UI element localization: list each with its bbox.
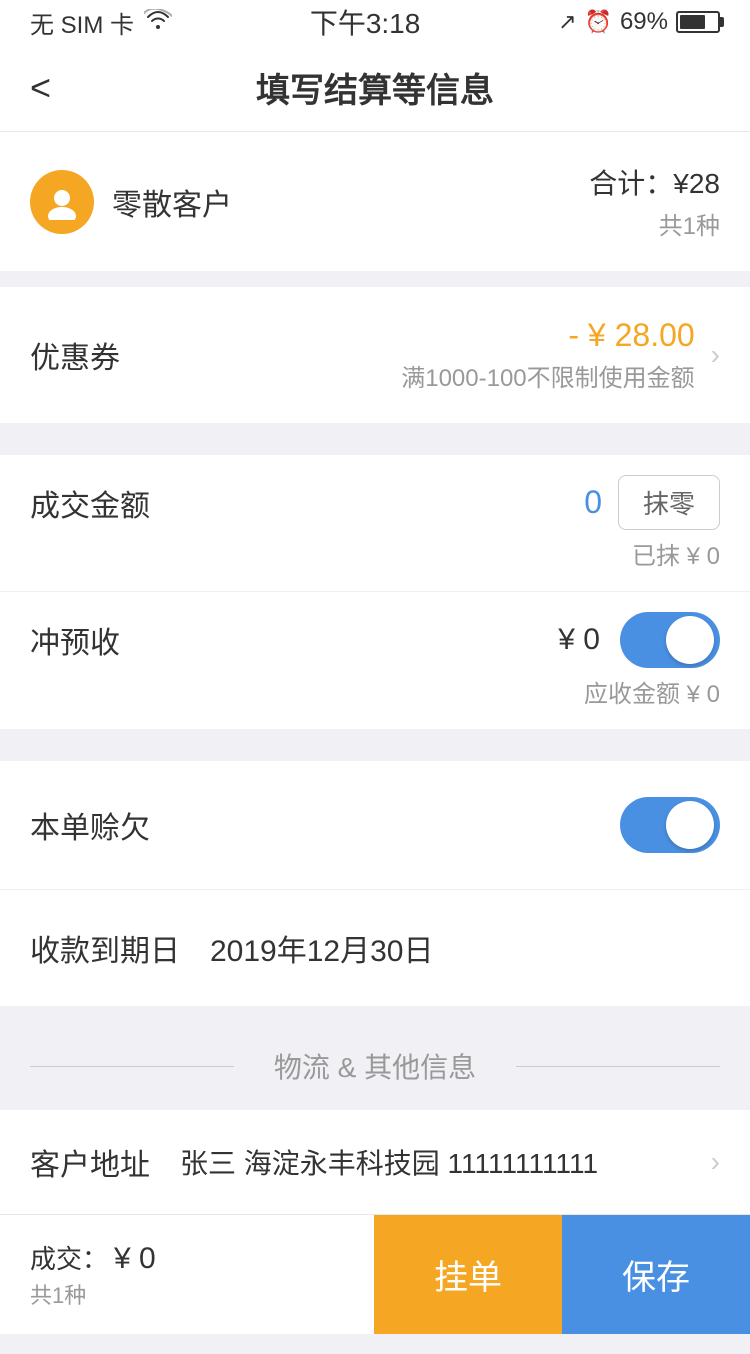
address-label: 客户地址 — [30, 1140, 150, 1184]
transaction-label: 成交金额 — [30, 481, 150, 525]
address-value: 张三 海淀永丰科技园 11111111111 — [180, 1142, 675, 1182]
prepayment-amount: ¥ 0 — [558, 623, 600, 657]
debit-row: 本单赊欠 — [0, 761, 750, 890]
prepayment-label: 冲预收 — [30, 618, 120, 662]
bottom-summary: 成交： ¥ 0 共1种 — [0, 1215, 374, 1334]
round-off-button[interactable]: 抹零 — [618, 475, 720, 530]
nav-bar: < 填写结算等信息 — [0, 44, 750, 132]
status-left: 无 SIM 卡 — [30, 5, 172, 40]
transaction-section: 成交金额 0 抹零 已抹 ¥ 0 冲预收 ¥ 0 — [0, 455, 750, 729]
divider-2 — [0, 745, 750, 761]
bottom-bar: 成交： ¥ 0 共1种 挂单 保存 — [0, 1214, 750, 1334]
customer-left: 零散客户 — [30, 170, 232, 234]
sim-status: 无 SIM 卡 — [30, 5, 134, 40]
coupon-right: - ¥ 28.00 满1000-100不限制使用金额 › — [401, 317, 720, 393]
due-date-row: 收款到期日 2019年12月30日 — [0, 890, 750, 1006]
bottom-deal-value: ¥ 0 — [114, 1242, 156, 1276]
transaction-row: 成交金额 0 抹零 已抹 ¥ 0 — [0, 455, 750, 592]
bottom-count: 共1种 — [30, 1278, 344, 1310]
location-icon: ↗ — [558, 9, 576, 35]
logistics-header: 物流 & 其他信息 — [0, 1022, 750, 1110]
address-section: 客户地址 张三 海淀永丰科技园 11111111111 › — [0, 1110, 750, 1214]
wifi-icon — [144, 8, 172, 36]
debit-toggle[interactable] — [620, 797, 720, 853]
toggle-knob — [666, 616, 714, 664]
coupon-info: - ¥ 28.00 满1000-100不限制使用金额 — [401, 317, 694, 393]
transaction-sub: 已抹 ¥ 0 — [632, 536, 720, 571]
divider-1 — [0, 439, 750, 455]
debit-label: 本单赊欠 — [30, 803, 150, 847]
save-button[interactable]: 保存 — [562, 1215, 750, 1334]
status-bar: 无 SIM 卡 下午3:18 ↗ ⏰ 69% — [0, 0, 750, 44]
coupon-section: 优惠券 - ¥ 28.00 满1000-100不限制使用金额 › — [0, 287, 750, 423]
prepayment-row: 冲预收 ¥ 0 应收金额 ¥ 0 — [0, 592, 750, 729]
status-time: 下午3:18 — [310, 2, 421, 42]
pending-button[interactable]: 挂单 — [374, 1215, 562, 1334]
customer-summary: 合计：¥28 共1种 — [589, 162, 720, 241]
debit-toggle-knob — [666, 801, 714, 849]
summary-count: 共1种 — [589, 206, 720, 241]
coupon-amount: - ¥ 28.00 — [401, 317, 694, 354]
divider-line-right — [516, 1066, 720, 1067]
coupon-label: 优惠券 — [30, 333, 120, 377]
status-right: ↗ ⏰ 69% — [558, 8, 720, 36]
divider-line-left — [30, 1066, 234, 1067]
avatar — [30, 170, 94, 234]
due-date-value[interactable]: 2019年12月30日 — [210, 926, 433, 970]
address-row[interactable]: 客户地址 张三 海淀永丰科技园 11111111111 › — [0, 1110, 750, 1214]
coupon-row[interactable]: 优惠券 - ¥ 28.00 满1000-100不限制使用金额 › — [0, 287, 750, 423]
content-area: 零散客户 合计：¥28 共1种 优惠券 - ¥ 28.00 满1000-100不… — [0, 132, 750, 1354]
due-date-label: 收款到期日 — [30, 926, 180, 970]
prepayment-toggle[interactable] — [620, 612, 720, 668]
customer-name: 零散客户 — [112, 180, 232, 224]
customer-section: 零散客户 合计：¥28 共1种 — [0, 132, 750, 271]
battery-text: 69% — [620, 8, 668, 36]
alarm-icon: ⏰ — [585, 9, 612, 35]
bottom-deal-label: 成交： — [30, 1239, 108, 1276]
page-title: 填写结算等信息 — [256, 63, 494, 112]
back-button[interactable]: < — [30, 67, 51, 109]
transaction-value[interactable]: 0 — [584, 484, 602, 521]
transaction-right: 0 抹零 — [584, 475, 720, 530]
battery-icon — [676, 11, 720, 33]
chevron-right-icon: › — [711, 339, 720, 371]
summary-total: 合计：¥28 — [589, 162, 720, 202]
prepayment-sub: 应收金额 ¥ 0 — [584, 674, 720, 709]
coupon-desc: 满1000-100不限制使用金额 — [401, 358, 694, 393]
address-chevron-icon: › — [711, 1146, 720, 1178]
logistics-title: 物流 & 其他信息 — [274, 1046, 476, 1086]
